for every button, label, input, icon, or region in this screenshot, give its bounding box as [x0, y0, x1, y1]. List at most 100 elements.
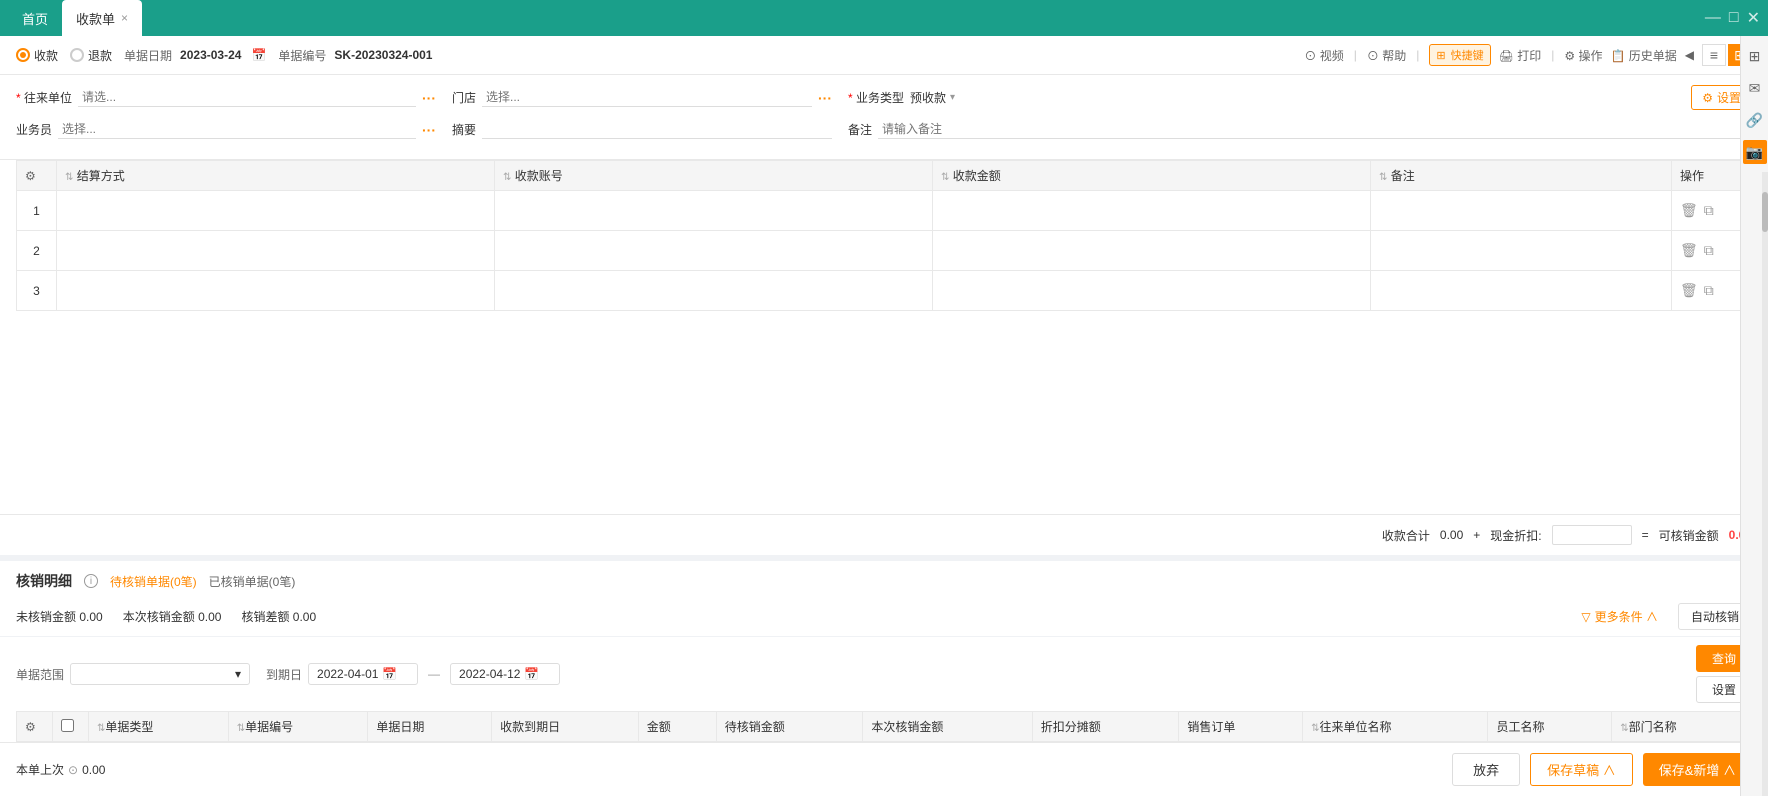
footer-value: 0.00	[82, 763, 105, 777]
summary-total-label: 收款合计	[1382, 527, 1430, 544]
row-1-remarks[interactable]	[1370, 191, 1671, 231]
scrollbar-area	[1741, 172, 1768, 796]
row-3-account[interactable]	[494, 271, 932, 311]
radio-receipt[interactable]: 收款	[16, 47, 58, 64]
row-3-amount[interactable]	[932, 271, 1370, 311]
remarks-field: 备注	[848, 120, 1752, 139]
doc-info: 单据日期 2023-03-24 📅	[124, 47, 266, 64]
summary-discount-input[interactable]	[1552, 525, 1632, 545]
history-btn[interactable]: 📋 历史单据	[1610, 47, 1676, 64]
sidebar-camera-btn[interactable]: 📷	[1743, 140, 1767, 164]
table-gear-icon[interactable]: ⚙	[25, 169, 36, 183]
tab-close-icon[interactable]: ×	[121, 11, 128, 25]
staff-more-btn[interactable]: ···	[422, 122, 436, 138]
row-1-settle[interactable]	[57, 191, 495, 231]
save-new-btn[interactable]: 保存&新增 ∧	[1643, 753, 1752, 786]
row-2-action-btns: 🗑 ⧉	[1680, 242, 1743, 259]
date-from-picker[interactable]: 2022-04-01 📅	[308, 663, 418, 685]
tab-bar: 首页 收款单 × — □ ✕	[0, 0, 1768, 36]
minimize-btn[interactable]: —	[1705, 9, 1721, 27]
current-stat: 本次核销金额 0.00	[123, 608, 222, 625]
current-label: 本次核销金额	[123, 610, 195, 624]
row-2-amount[interactable]	[932, 231, 1370, 271]
detail-th-order: 销售订单	[1179, 712, 1303, 742]
data-table-wrapper: ⚙ ⇅ 结算方式 ⇅ 收款账号 ⇅ 收款金额 ⇅	[0, 160, 1768, 514]
table-row: 3 🗑 ⧉	[17, 271, 1752, 311]
table-header-row: ⚙ ⇅ 结算方式 ⇅ 收款账号 ⇅ 收款金额 ⇅	[17, 161, 1752, 191]
remarks-input[interactable]	[878, 120, 1752, 139]
shortcut-btn[interactable]: ⊞ 快捷键	[1429, 44, 1490, 66]
detail-table-wrapper: ⚙ ⇅单据类型 ⇅单据编号 单据日期 收款到期日 金额 待核销金额 本次	[0, 711, 1768, 742]
radio-receipt-circle	[16, 48, 30, 62]
diff-value: 0.00	[293, 610, 316, 624]
scrollbar-thumb[interactable]	[1762, 192, 1768, 232]
tab-home[interactable]: 首页	[8, 0, 62, 36]
row-1-amount[interactable]	[932, 191, 1370, 231]
calendar-icon[interactable]: 📅	[251, 48, 266, 62]
row-1-delete-icon[interactable]: 🗑	[1680, 202, 1698, 219]
radio-refund-circle	[70, 48, 84, 62]
date-field: 到期日 2022-04-01 📅 — 2022-04-12 📅	[266, 663, 560, 685]
detail-th-staff: 员工名称	[1488, 712, 1612, 742]
counterpart-more-btn[interactable]: ···	[422, 90, 436, 106]
operations-btn[interactable]: ⚙ 操作	[1564, 47, 1602, 64]
row-3-delete-icon[interactable]: 🗑	[1680, 282, 1698, 299]
video-btn[interactable]: ⊙ 视频	[1304, 47, 1343, 64]
row-3-copy-icon[interactable]: ⧉	[1704, 282, 1714, 299]
footer-info-icon[interactable]: ⊙	[68, 763, 78, 777]
prev-btn[interactable]: ◀	[1685, 48, 1694, 62]
business-type-label: 业务类型	[848, 89, 904, 106]
th-remarks-label: 备注	[1391, 169, 1415, 183]
summary-row: 收款合计 0.00 + 现金折扣: = 可核销金额 0.00	[0, 514, 1768, 555]
table-row: 1 🗑 ⧉	[17, 191, 1752, 231]
store-more-btn[interactable]: ···	[818, 90, 832, 106]
row-2-copy-icon[interactable]: ⧉	[1704, 242, 1714, 259]
save-draft-btn[interactable]: 保存草稿 ∧	[1530, 753, 1633, 786]
store-input[interactable]	[482, 88, 812, 107]
row-2-remarks[interactable]	[1370, 231, 1671, 271]
detail-check-all[interactable]	[61, 719, 74, 732]
row-1-copy-icon[interactable]: ⧉	[1704, 202, 1714, 219]
date-label: 到期日	[266, 666, 302, 683]
row-2-account[interactable]	[494, 231, 932, 271]
done-tab[interactable]: 已核销单据(0笔)	[209, 573, 296, 590]
print-btn[interactable]: 🖨 打印	[1499, 47, 1542, 64]
maximize-btn[interactable]: □	[1729, 9, 1739, 27]
detail-th-number: ⇅单据编号	[228, 712, 368, 742]
counterpart-input[interactable]	[78, 88, 416, 107]
save-new-label: 保存&新增 ∧	[1659, 760, 1736, 779]
row-1-account[interactable]	[494, 191, 932, 231]
list-view-btn[interactable]: ≡	[1702, 44, 1726, 66]
pending-tab[interactable]: 待核销单据(0笔)	[110, 573, 197, 590]
row-2-settle[interactable]	[57, 231, 495, 271]
row-3-settle[interactable]	[57, 271, 495, 311]
range-select[interactable]: ▾	[70, 663, 250, 685]
th-account-label: 收款账号	[515, 169, 563, 183]
verify-info-icon[interactable]: i	[84, 574, 98, 588]
sidebar-mail-btn[interactable]: ✉	[1743, 76, 1767, 100]
help-btn[interactable]: ⊙ 帮助	[1367, 47, 1406, 64]
detail-gear-icon[interactable]: ⚙	[25, 720, 36, 734]
radio-refund[interactable]: 退款	[70, 47, 112, 64]
tab-receipt[interactable]: 收款单 ×	[62, 0, 142, 36]
staff-input[interactable]	[58, 120, 416, 139]
range-chevron-icon: ▾	[235, 667, 241, 681]
detail-th-gear: ⚙	[17, 712, 53, 742]
right-sidebar: ⊞ ✉ 🔗 📷	[1740, 36, 1768, 796]
row-3-remarks[interactable]	[1370, 271, 1671, 311]
receipt-table: ⚙ ⇅ 结算方式 ⇅ 收款账号 ⇅ 收款金额 ⇅	[16, 160, 1752, 311]
business-type-select[interactable]: 预收款 ▾	[910, 89, 1685, 106]
unverified-stat: 未核销金额 0.00	[16, 608, 103, 625]
detail-th-dept: ⇅部门名称	[1612, 712, 1752, 742]
sidebar-link-btn[interactable]: 🔗	[1743, 108, 1767, 132]
doc-date-value: 2023-03-24	[180, 48, 241, 62]
discard-btn[interactable]: 放弃	[1452, 753, 1520, 786]
row-2-delete-icon[interactable]: 🗑	[1680, 242, 1698, 259]
th-settle: ⇅ 结算方式	[57, 161, 495, 191]
date-to-picker[interactable]: 2022-04-12 📅	[450, 663, 560, 685]
sidebar-table-btn[interactable]: ⊞	[1743, 44, 1767, 68]
more-filter-btn[interactable]: ▽ 更多条件 ∧	[1581, 608, 1658, 625]
summary-input[interactable]	[482, 120, 832, 139]
detail-th-type: ⇅单据类型	[89, 712, 229, 742]
close-btn[interactable]: ✕	[1747, 8, 1760, 28]
